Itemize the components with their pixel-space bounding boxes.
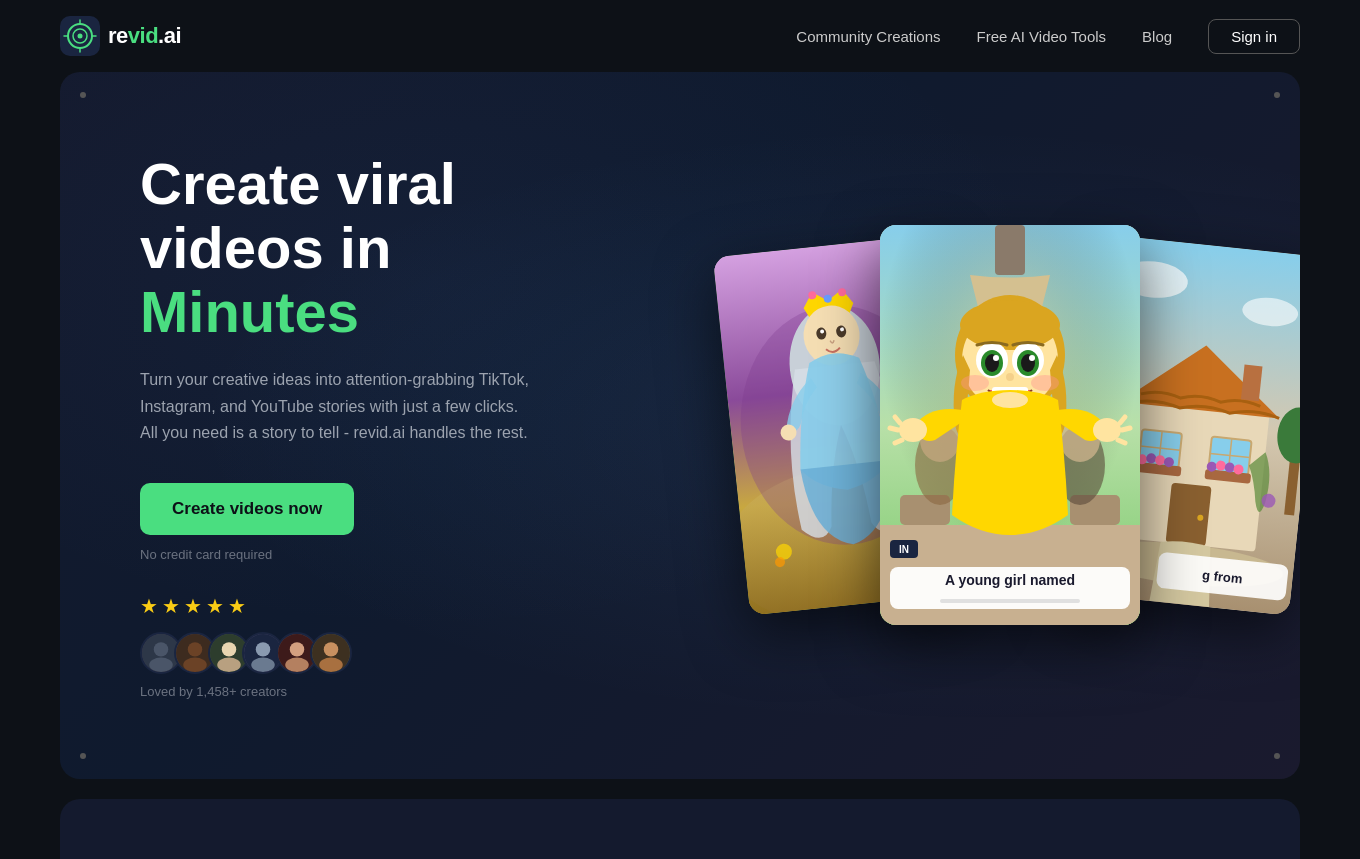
dot-corner-tr [1274,92,1280,98]
logo-text: revid.ai [108,23,181,49]
svg-rect-47 [995,225,1025,275]
hero-section: Create viral videos in Minutes Turn your… [60,72,1300,779]
svg-line-74 [890,428,898,430]
svg-point-3 [78,34,83,39]
nav-tools[interactable]: Free AI Video Tools [977,28,1107,45]
svg-point-18 [256,642,270,656]
hero-title-highlight: Minutes [140,279,359,344]
svg-line-75 [895,440,902,443]
svg-point-16 [217,657,241,671]
stat-countries: 68 Countries [400,849,679,859]
svg-point-24 [324,642,338,656]
svg-text:IN: IN [899,544,909,555]
svg-line-77 [1122,428,1130,430]
svg-point-12 [188,642,202,656]
stat-tools: 400+ AI Tools [961,849,1240,859]
svg-point-64 [993,355,999,361]
avatar [310,632,352,674]
svg-point-15 [222,642,236,656]
hero-content: Create viral videos in Minutes Turn your… [60,72,610,779]
nav-community[interactable]: Community Creations [796,28,940,45]
svg-point-79 [992,392,1028,408]
hero-title: Create viral videos in Minutes [140,152,530,343]
svg-point-21 [290,642,304,656]
stats-section: 240,909+ Videos Created 68 Countries 1,4… [60,799,1300,859]
star-rating: ★ ★ ★ ★ ★ [140,594,530,618]
cta-button[interactable]: Create videos now [140,483,354,535]
stat-creators: 1,458+ Creators [681,849,960,859]
svg-point-57 [960,300,1060,350]
hero-visuals: IN A young girl named [700,185,1300,665]
svg-rect-90 [1165,483,1211,547]
svg-point-25 [319,657,343,671]
svg-point-22 [285,657,309,671]
logo[interactable]: revid.ai [60,16,181,56]
loved-by-text: Loved by 1,458+ creators [140,684,530,699]
dot-corner-br [1274,753,1280,759]
avatar-group [140,632,530,674]
nav-links: Community Creations Free AI Video Tools … [796,19,1300,54]
hero-description: Turn your creative ideas into attention-… [140,367,530,446]
svg-point-69 [961,375,989,391]
svg-point-70 [1031,375,1059,391]
stat-videos: 240,909+ Videos Created [120,849,399,859]
svg-point-9 [154,642,168,656]
logo-icon [60,16,100,56]
svg-line-78 [1118,440,1125,443]
svg-point-10 [149,657,173,671]
navbar: revid.ai Community Creations Free AI Vid… [0,0,1360,72]
svg-text:A young girl named: A young girl named [945,572,1075,588]
svg-point-66 [1006,373,1014,381]
nav-blog[interactable]: Blog [1142,28,1172,45]
svg-rect-84 [940,599,1080,603]
svg-point-19 [251,657,275,671]
video-card-center: IN A young girl named [880,225,1140,625]
no-credit-text: No credit card required [140,547,530,562]
svg-point-13 [183,657,207,671]
signin-button[interactable]: Sign in [1208,19,1300,54]
svg-point-65 [1029,355,1035,361]
card-scene-center: IN A young girl named [880,225,1140,625]
